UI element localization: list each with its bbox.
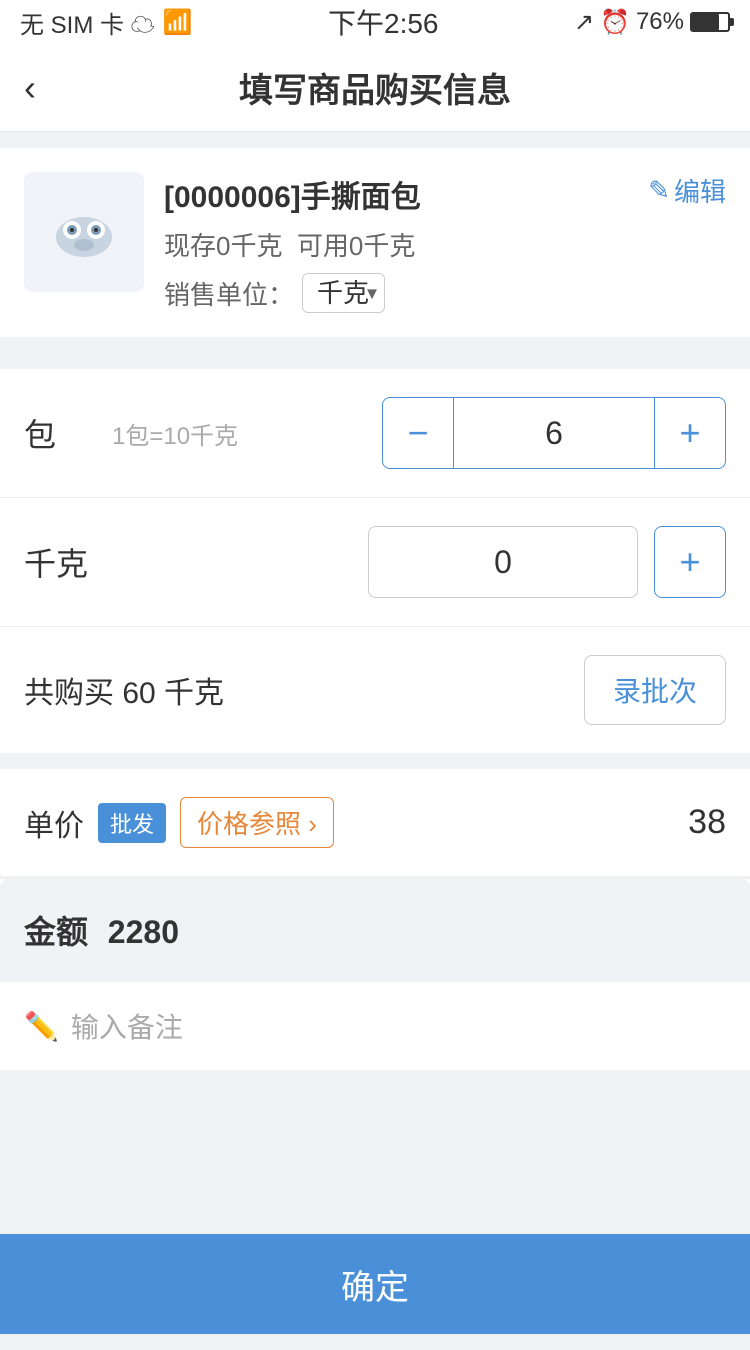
pencil-icon: ✏️	[24, 1010, 59, 1043]
status-bar: 无 SIM 卡 ☁ 📶 下午2:56 ↗ ⏰ 76%	[0, 0, 750, 44]
battery-label: 76%	[636, 8, 684, 36]
price-reference-button[interactable]: 价格参照 ›	[180, 797, 334, 848]
nav-bar: ‹ 填写商品购买信息	[0, 44, 750, 132]
price-label: 单价	[24, 801, 84, 845]
page-title: 填写商品购买信息	[239, 63, 511, 112]
price-value: 38	[688, 803, 726, 842]
product-thumbnail	[24, 172, 144, 292]
back-button[interactable]: ‹	[24, 67, 36, 109]
bag-quantity-row: 包 1包=10千克 − 6 +	[0, 369, 750, 498]
remark-row[interactable]: ✏️ 输入备注	[0, 981, 750, 1070]
bag-quantity-input[interactable]: 6	[454, 397, 654, 469]
location-icon: ↗	[574, 8, 594, 37]
edit-button[interactable]: ✎编辑	[648, 172, 726, 209]
alarm-icon: ⏰	[600, 8, 630, 37]
price-tag: 批发	[98, 803, 166, 843]
bag-increment-button[interactable]: +	[654, 397, 726, 469]
bag-hint: 1包=10千克	[112, 416, 382, 451]
summary-row: 共购买 60 千克 录批次	[0, 626, 750, 753]
product-unit: 销售单位： 千克	[164, 273, 726, 313]
confirm-bar[interactable]: 确定	[0, 1234, 750, 1334]
product-info: [0000006]手撕面包 现存0千克 可用0千克 销售单位： 千克	[164, 172, 726, 313]
summary-text: 共购买 60 千克	[24, 668, 224, 712]
owl-logo	[48, 202, 120, 262]
amount-section: 金额 2280 ✏️ 输入备注	[0, 878, 750, 1070]
kg-increment-button[interactable]: +	[654, 526, 726, 598]
unit-select[interactable]: 千克	[302, 273, 385, 313]
price-section: 单价 批发 价格参照 › 38	[0, 769, 750, 876]
product-name: [0000006]手撕面包	[164, 172, 726, 216]
confirm-button-label: 确定	[341, 1260, 409, 1309]
amount-label: 金额	[24, 914, 88, 950]
bag-label: 包	[24, 410, 104, 456]
amount-value: 2280	[108, 914, 179, 950]
bag-quantity-controls: − 6 +	[382, 397, 726, 469]
quantity-section: 包 1包=10千克 − 6 + 千克 0 + 共购买 60 千克 录批次	[0, 369, 750, 753]
status-time: 下午2:56	[328, 2, 439, 42]
sim-label: 无 SIM 卡 ☁	[20, 5, 155, 40]
amount-row: 金额 2280	[0, 879, 750, 981]
section-divider-1	[0, 337, 750, 353]
section-divider-2	[0, 753, 750, 769]
price-row: 单价 批发 价格参照 › 38	[24, 797, 726, 848]
kg-quantity-input[interactable]: 0	[368, 526, 638, 598]
bag-decrement-button[interactable]: −	[382, 397, 454, 469]
wifi-icon: 📶	[163, 8, 193, 37]
battery-icon	[690, 12, 730, 32]
product-stock: 现存0千克 可用0千克	[164, 226, 726, 263]
status-left: 无 SIM 卡 ☁ 📶	[20, 5, 193, 40]
kg-quantity-row: 千克 0 +	[0, 498, 750, 626]
unit-select-wrap[interactable]: 千克	[302, 273, 385, 313]
status-right: ↗ ⏰ 76%	[574, 8, 730, 37]
kg-label: 千克	[24, 539, 104, 585]
product-card: [0000006]手撕面包 现存0千克 可用0千克 销售单位： 千克 ✎编辑	[0, 148, 750, 337]
remark-placeholder: 输入备注	[71, 1006, 183, 1046]
batch-button[interactable]: 录批次	[584, 655, 726, 725]
kg-quantity-controls: 0 +	[368, 526, 726, 598]
